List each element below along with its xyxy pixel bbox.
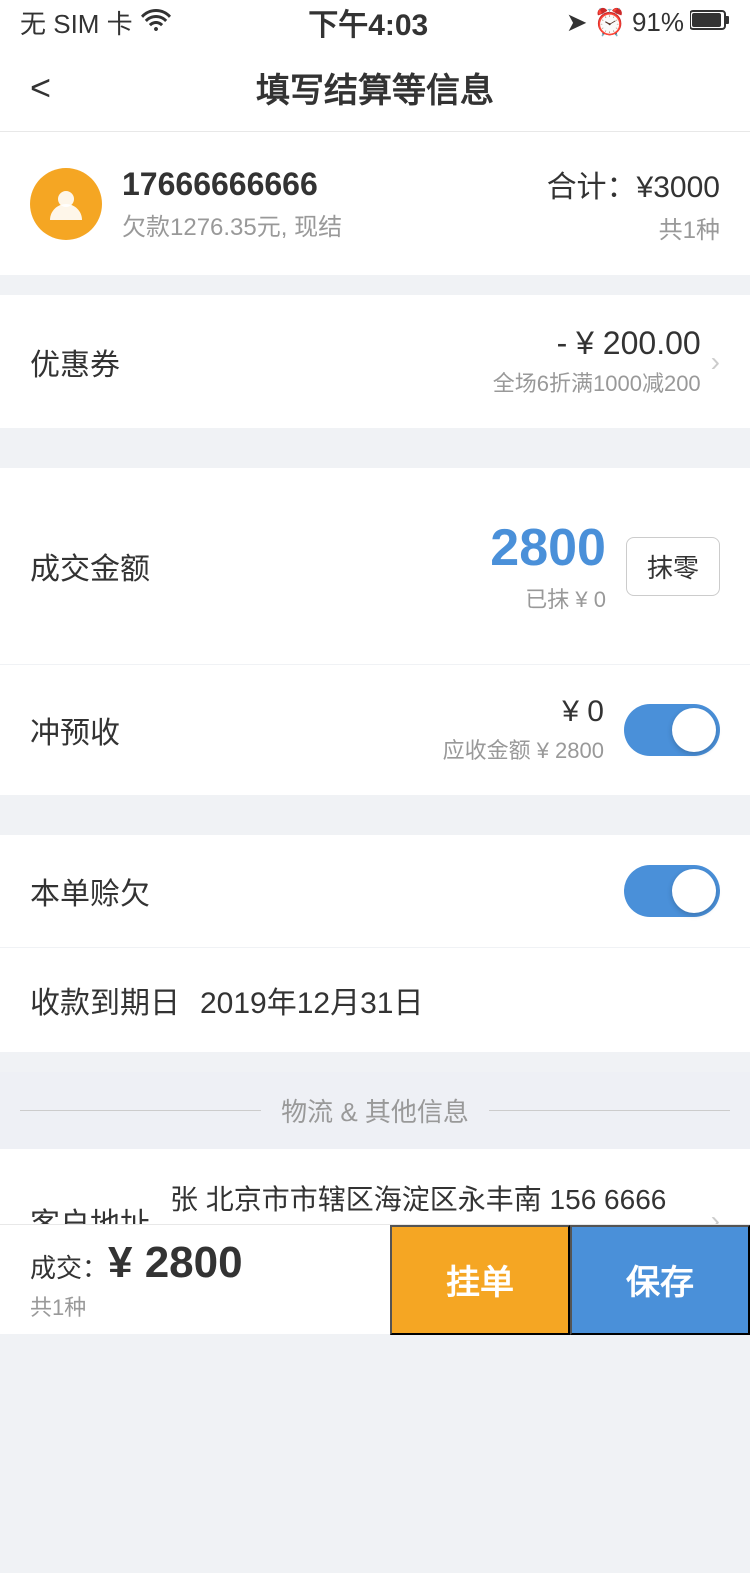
- wifi-icon: [141, 7, 171, 38]
- prepay-row: 冲预收 ¥ 0 应收金额 ¥ 2800: [30, 695, 720, 765]
- section-divider-1: [0, 448, 750, 468]
- back-button[interactable]: <: [30, 67, 51, 109]
- battery-icon: [690, 7, 730, 38]
- customer-phone: 17666666666: [122, 166, 342, 203]
- duedate-section: 收款到期日 2019年12月31日: [0, 947, 750, 1052]
- page-title: 填写结算等信息: [256, 63, 494, 112]
- amount-value: 2800: [490, 518, 606, 578]
- footer-amount: ¥ 2800: [108, 1238, 243, 1287]
- prepay-toggle[interactable]: [624, 704, 720, 756]
- customer-desc: 欠款1276.35元, 现结: [122, 207, 342, 242]
- alarm-icon: ⏰: [594, 7, 626, 38]
- hold-button[interactable]: 挂单: [390, 1225, 570, 1335]
- customer-info: 17666666666 欠款1276.35元, 现结: [122, 166, 342, 242]
- prepay-section: 冲预收 ¥ 0 应收金额 ¥ 2800: [0, 664, 750, 795]
- logistics-divider: 物流 & 其他信息: [0, 1072, 750, 1149]
- prepay-sub: 应收金额 ¥ 2800: [443, 733, 604, 765]
- coupon-right: - ¥ 200.00 全场6折满1000减200 ›: [493, 325, 720, 398]
- duedate-label: 收款到期日: [30, 978, 180, 1022]
- section-divider-2: [0, 795, 750, 815]
- amount-section: 成交金额 2800 已抹 ¥ 0 抹零: [0, 468, 750, 664]
- coupon-label: 优惠券: [30, 340, 120, 384]
- status-bar: 无 SIM 卡 下午4:03 ➤ ⏰ 91%: [0, 0, 750, 44]
- footer-summary: 成交：¥ 2800 共1种: [0, 1238, 390, 1322]
- logistics-line-right: [489, 1110, 730, 1111]
- customer-left: 17666666666 欠款1276.35元, 现结: [30, 166, 342, 242]
- footer-count: 共1种: [30, 1290, 360, 1322]
- coupon-discount: - ¥ 200.00: [493, 325, 701, 362]
- amount-label: 成交金额: [30, 544, 150, 588]
- carrier-text: 无 SIM 卡: [20, 4, 133, 41]
- baddebt-label: 本单赊欠: [30, 869, 150, 913]
- amount-row: 成交金额 2800 已抹 ¥ 0 抹零: [30, 498, 720, 634]
- customer-section: 17666666666 欠款1276.35元, 现结 合计：¥3000 共1种: [0, 132, 750, 275]
- logistics-line-left: [20, 1110, 261, 1111]
- coupon-desc: 全场6折满1000减200: [493, 366, 701, 398]
- customer-avatar: [30, 168, 102, 240]
- save-button[interactable]: 保存: [570, 1225, 750, 1335]
- status-time: 下午4:03: [308, 0, 428, 44]
- amount-right: 2800 已抹 ¥ 0 抹零: [490, 518, 720, 614]
- baddebt-toggle[interactable]: [624, 865, 720, 917]
- prepay-value-block: ¥ 0 应收金额 ¥ 2800: [443, 695, 604, 765]
- status-right: ➤ ⏰ 91%: [566, 7, 730, 38]
- duedate-value: 2019年12月31日: [200, 978, 423, 1022]
- prepay-value: ¥ 0: [443, 695, 604, 729]
- customer-count: 共1种: [547, 210, 720, 245]
- location-icon: ➤: [566, 7, 588, 38]
- battery-text: 91%: [632, 7, 684, 38]
- footer: 成交：¥ 2800 共1种 挂单 保存: [0, 1224, 750, 1334]
- status-left: 无 SIM 卡: [20, 4, 171, 41]
- coupon-section[interactable]: 优惠券 - ¥ 200.00 全场6折满1000减200 ›: [0, 295, 750, 428]
- prepay-right: ¥ 0 应收金额 ¥ 2800: [443, 695, 720, 765]
- round-button[interactable]: 抹零: [626, 537, 720, 596]
- main-content: 17666666666 欠款1276.35元, 现结 合计：¥3000 共1种 …: [0, 132, 750, 1573]
- duedate-row: 收款到期日 2019年12月31日: [30, 978, 720, 1022]
- amount-sub: 已抹 ¥ 0: [490, 582, 606, 614]
- coupon-arrow-icon: ›: [711, 346, 720, 378]
- nav-bar: < 填写结算等信息: [0, 44, 750, 132]
- customer-right: 合计：¥3000 共1种: [547, 162, 720, 245]
- baddebt-section: 本单赊欠: [0, 835, 750, 947]
- customer-total: 合计：¥3000: [547, 162, 720, 206]
- logistics-text: 物流 & 其他信息: [281, 1092, 469, 1129]
- prepay-label: 冲预收: [30, 708, 120, 752]
- footer-label: 成交：: [30, 1253, 108, 1283]
